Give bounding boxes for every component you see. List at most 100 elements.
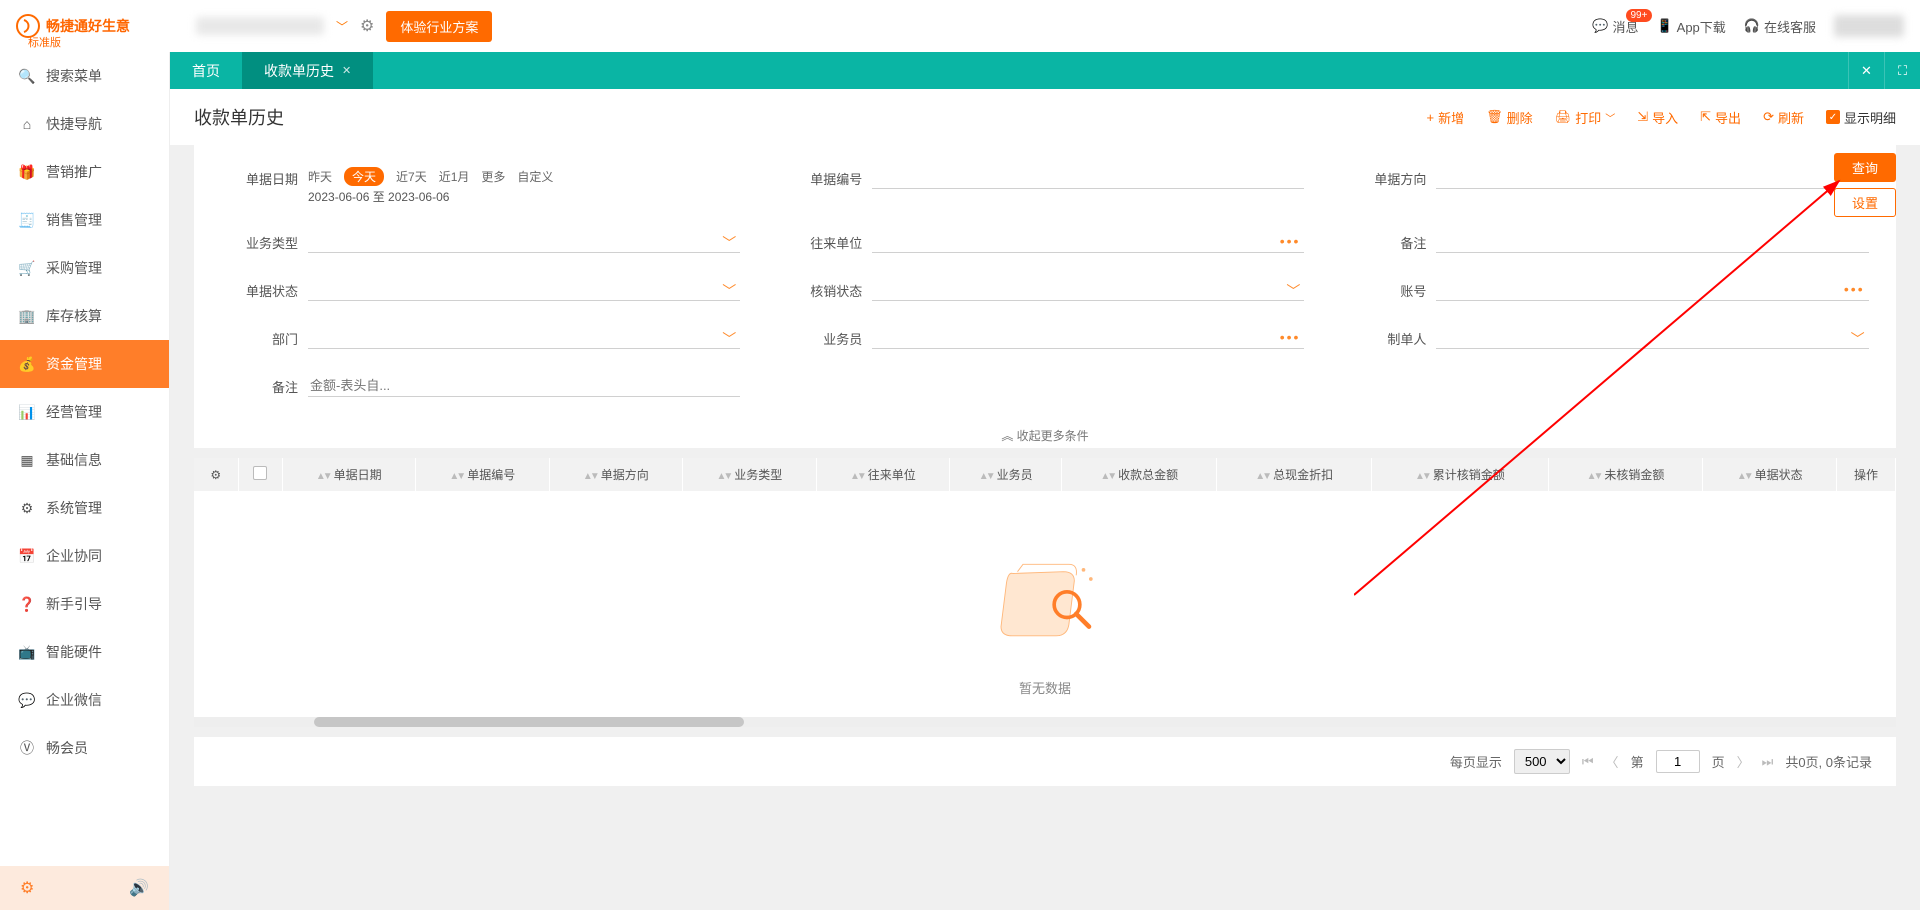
bill-no-input[interactable] <box>872 167 1304 189</box>
sidebar-item-6[interactable]: 💰资金管理 <box>0 340 169 388</box>
col-header[interactable]: ▲▼业务类型 <box>683 458 817 491</box>
col-label: 单据方向 <box>601 468 649 482</box>
sidebar-icon: ⚙ <box>18 499 36 517</box>
date-opt-yesterday[interactable]: 昨天 <box>308 168 332 185</box>
query-button[interactable]: 查询 <box>1834 153 1896 182</box>
col-header[interactable]: ▲▼单据状态 <box>1703 458 1837 491</box>
new-button[interactable]: +新增 <box>1427 108 1465 127</box>
sidebar-icon: 🏢 <box>18 307 36 325</box>
user-avatar-blurred[interactable] <box>1834 15 1904 37</box>
partner-picker[interactable] <box>872 231 1304 253</box>
delete-button[interactable]: 🗑删除 <box>1486 108 1533 127</box>
sidebar-item-13[interactable]: 💬企业微信 <box>0 676 169 724</box>
app-download-link[interactable]: 📱 App下载 <box>1656 17 1725 36</box>
chevron-down-icon[interactable]: ﹀ <box>722 281 736 301</box>
chevron-down-icon[interactable]: ﹀ <box>1286 281 1300 301</box>
collapse-icon[interactable]: 🔊 <box>129 878 149 898</box>
select-all-checkbox[interactable] <box>238 458 282 491</box>
col-label: 总现金折扣 <box>1273 468 1333 482</box>
close-icon[interactable]: ✕ <box>342 64 351 77</box>
sidebar-item-2[interactable]: 🎁营销推广 <box>0 148 169 196</box>
label-operator: 业务员 <box>776 327 872 348</box>
tabs-close-button[interactable]: ✕ <box>1848 52 1884 89</box>
tab-receipt-history[interactable]: 收款单历史 ✕ <box>242 52 373 89</box>
settings-button[interactable]: 设置 <box>1834 188 1896 217</box>
prev-page[interactable]: 〈 <box>1606 752 1619 771</box>
col-label: 往来单位 <box>868 468 916 482</box>
sidebar-item-4[interactable]: 🛒采购管理 <box>0 244 169 292</box>
chevron-down-icon[interactable]: ﹀ <box>722 329 736 349</box>
chevron-down-icon[interactable]: ﹀ <box>336 18 348 35</box>
creator-select[interactable] <box>1436 327 1868 349</box>
export-button[interactable]: ⇱导出 <box>1700 108 1741 127</box>
next-page[interactable]: 〉 <box>1737 752 1750 771</box>
sidebar-item-3[interactable]: 🧾销售管理 <box>0 196 169 244</box>
col-header[interactable]: ▲▼单据日期 <box>282 458 416 491</box>
sidebar-item-12[interactable]: 📺智能硬件 <box>0 628 169 676</box>
col-header[interactable]: ▲▼业务员 <box>950 458 1062 491</box>
col-header[interactable]: ▲▼单据编号 <box>416 458 550 491</box>
bill-state-select[interactable] <box>308 279 740 301</box>
biz-type-select[interactable] <box>308 231 740 253</box>
sidebar-item-1[interactable]: ⌂快捷导航 <box>0 100 169 148</box>
col-header[interactable]: ▲▼总现金折扣 <box>1217 458 1372 491</box>
sidebar-item-10[interactable]: 📅企业协同 <box>0 532 169 580</box>
gear-icon[interactable]: ⚙ <box>360 16 374 36</box>
tabs-fullscreen-button[interactable]: ⛶ <box>1884 52 1920 89</box>
col-header[interactable]: ▲▼未核销金额 <box>1548 458 1703 491</box>
horizontal-scrollbar[interactable] <box>194 717 1896 727</box>
remark2-input[interactable] <box>308 375 740 397</box>
col-header[interactable]: 操作 <box>1837 458 1896 491</box>
page-input[interactable] <box>1656 750 1700 773</box>
col-label: 未核销金额 <box>1604 468 1664 482</box>
sidebar-item-11[interactable]: ❓新手引导 <box>0 580 169 628</box>
col-header[interactable]: ▲▼往来单位 <box>816 458 950 491</box>
sidebar-item-7[interactable]: 📊经营管理 <box>0 388 169 436</box>
account-picker[interactable] <box>1436 279 1868 301</box>
col-header[interactable]: ▲▼收款总金额 <box>1062 458 1217 491</box>
org-name-blurred[interactable]: xxxxxxxx <box>196 17 324 35</box>
col-label: 单据状态 <box>1755 468 1803 482</box>
date-opt-today[interactable]: 今天 <box>344 167 384 186</box>
sidebar-item-5[interactable]: 🏢库存核算 <box>0 292 169 340</box>
scrollbar-thumb[interactable] <box>314 717 744 727</box>
col-config-button[interactable]: ⚙ <box>194 458 238 491</box>
import-button[interactable]: ⇲导入 <box>1637 108 1678 127</box>
more-icon[interactable]: ••• <box>1280 233 1301 249</box>
remark-input[interactable] <box>1436 231 1868 253</box>
operator-picker[interactable] <box>872 327 1304 349</box>
settings-icon[interactable]: ⚙ <box>20 878 34 898</box>
sidebar-item-0[interactable]: 🔍搜索菜单 <box>0 52 169 100</box>
first-page[interactable]: ⏮ <box>1582 754 1594 770</box>
date-opt-custom[interactable]: 自定义 <box>517 168 553 185</box>
sidebar-item-14[interactable]: Ⓥ畅会员 <box>0 724 169 772</box>
export-label: 导出 <box>1715 108 1741 127</box>
col-header[interactable]: ▲▼累计核销金额 <box>1372 458 1548 491</box>
message-link[interactable]: 💬 消息 99+ <box>1592 17 1638 36</box>
more-icon[interactable]: ••• <box>1280 329 1301 345</box>
last-page[interactable]: ⏭ <box>1762 754 1774 770</box>
online-service-link[interactable]: 🎧 在线客服 <box>1744 17 1816 36</box>
sidebar-item-9[interactable]: ⚙系统管理 <box>0 484 169 532</box>
date-opt-more[interactable]: 更多 <box>481 168 505 185</box>
more-icon[interactable]: ••• <box>1844 281 1865 297</box>
sidebar-icon: 📊 <box>18 403 36 421</box>
chevron-down-icon[interactable]: ﹀ <box>722 233 736 253</box>
label-creator: 制单人 <box>1340 327 1436 348</box>
date-opt-1m[interactable]: 近1月 <box>439 168 470 185</box>
tab-home[interactable]: 首页 <box>170 52 242 89</box>
experience-button[interactable]: 体验行业方案 <box>386 11 492 42</box>
col-header[interactable]: ▲▼单据方向 <box>549 458 683 491</box>
print-button[interactable]: 🖨打印﹀ <box>1555 108 1616 127</box>
bill-dir-select[interactable] <box>1436 167 1868 189</box>
dept-select[interactable] <box>308 327 740 349</box>
page-size-select[interactable]: 500 <box>1514 749 1570 774</box>
date-opt-7d[interactable]: 近7天 <box>396 168 427 185</box>
show-detail-toggle[interactable]: ✓显示明细 <box>1826 108 1896 127</box>
collapse-filters[interactable]: ︽ 收起更多条件 <box>980 423 1110 448</box>
chevron-down-icon[interactable]: ﹀ <box>1851 329 1865 349</box>
hx-state-select[interactable] <box>872 279 1304 301</box>
sidebar-item-8[interactable]: ▦基础信息 <box>0 436 169 484</box>
date-range: 2023-06-06 至 2023-06-06 <box>308 188 740 205</box>
refresh-button[interactable]: ⟳刷新 <box>1763 108 1804 127</box>
